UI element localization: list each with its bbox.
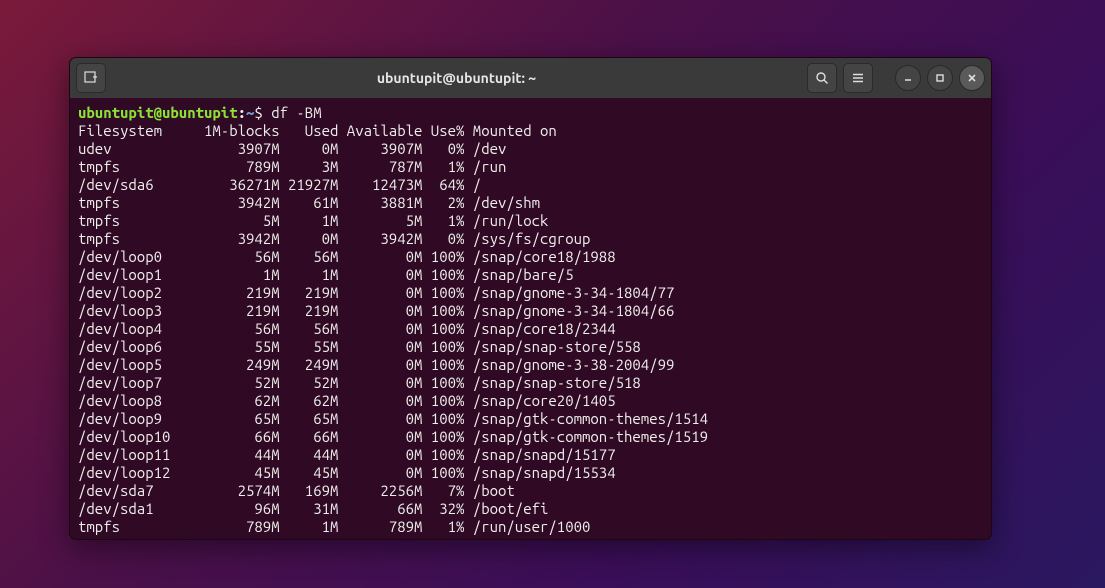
- command-text: df -BM: [271, 104, 321, 121]
- titlebar: ubuntupit@ubuntupit: ~: [70, 58, 991, 98]
- prompt-dollar: $: [254, 104, 262, 121]
- df-row: /dev/sda6 36271M 21927M 12473M 64% /: [78, 176, 481, 193]
- df-row: tmpfs 789M 3M 787M 1% /run: [78, 158, 506, 175]
- menu-button[interactable]: [843, 63, 873, 93]
- df-row: /dev/loop5 249M 249M 0M 100% /snap/gnome…: [78, 356, 674, 373]
- maximize-button[interactable]: [927, 65, 953, 91]
- df-row: tmpfs 3942M 0M 3942M 0% /sys/fs/cgroup: [78, 230, 590, 247]
- close-icon: [966, 72, 978, 84]
- df-row: udev 3907M 0M 3907M 0% /dev: [78, 140, 506, 157]
- df-row: /dev/loop7 52M 52M 0M 100% /snap/snap-st…: [78, 374, 641, 391]
- terminal-output[interactable]: ubuntupit@ubuntupit:~$ df -BM Filesystem…: [70, 98, 991, 540]
- maximize-icon: [934, 72, 946, 84]
- df-row: /dev/loop10 66M 66M 0M 100% /snap/gtk-co…: [78, 428, 708, 445]
- close-button[interactable]: [959, 65, 985, 91]
- minimize-icon: [902, 72, 914, 84]
- df-row: /dev/loop3 219M 219M 0M 100% /snap/gnome…: [78, 302, 674, 319]
- df-row: /dev/loop12 45M 45M 0M 100% /snap/snapd/…: [78, 464, 616, 481]
- prompt-user-host: ubuntupit@ubuntupit: [78, 104, 238, 121]
- search-button[interactable]: [807, 63, 837, 93]
- df-row: /dev/loop2 219M 219M 0M 100% /snap/gnome…: [78, 284, 674, 301]
- minimize-button[interactable]: [895, 65, 921, 91]
- window-title: ubuntupit@ubuntupit: ~: [377, 70, 536, 86]
- df-row: /dev/loop6 55M 55M 0M 100% /snap/snap-st…: [78, 338, 641, 355]
- df-row: /dev/loop0 56M 56M 0M 100% /snap/core18/…: [78, 248, 616, 265]
- df-row: /dev/loop11 44M 44M 0M 100% /snap/snapd/…: [78, 446, 616, 463]
- df-row: /dev/loop9 65M 65M 0M 100% /snap/gtk-com…: [78, 410, 708, 427]
- search-icon: [815, 71, 829, 85]
- df-row: /dev/loop1 1M 1M 0M 100% /snap/bare/5: [78, 266, 574, 283]
- new-tab-icon: [84, 71, 98, 85]
- hamburger-icon: [851, 71, 865, 85]
- df-row: /dev/sda1 96M 31M 66M 32% /boot/efi: [78, 500, 548, 517]
- df-row: /dev/loop4 56M 56M 0M 100% /snap/core18/…: [78, 320, 616, 337]
- df-header: Filesystem 1M-blocks Used Available Use%…: [78, 122, 557, 139]
- df-row: /dev/loop8 62M 62M 0M 100% /snap/core20/…: [78, 392, 616, 409]
- terminal-window: ubuntupit@ubuntupit: ~: [69, 57, 992, 540]
- df-row: /dev/sda7 2574M 169M 2256M 7% /boot: [78, 482, 515, 499]
- df-row: tmpfs 3942M 61M 3881M 2% /dev/shm: [78, 194, 540, 211]
- new-tab-button[interactable]: [76, 63, 106, 93]
- prompt-colon: :: [238, 104, 246, 121]
- df-row: tmpfs 789M 1M 789M 1% /run/user/1000: [78, 518, 590, 535]
- df-row: tmpfs 5M 1M 5M 1% /run/lock: [78, 212, 548, 229]
